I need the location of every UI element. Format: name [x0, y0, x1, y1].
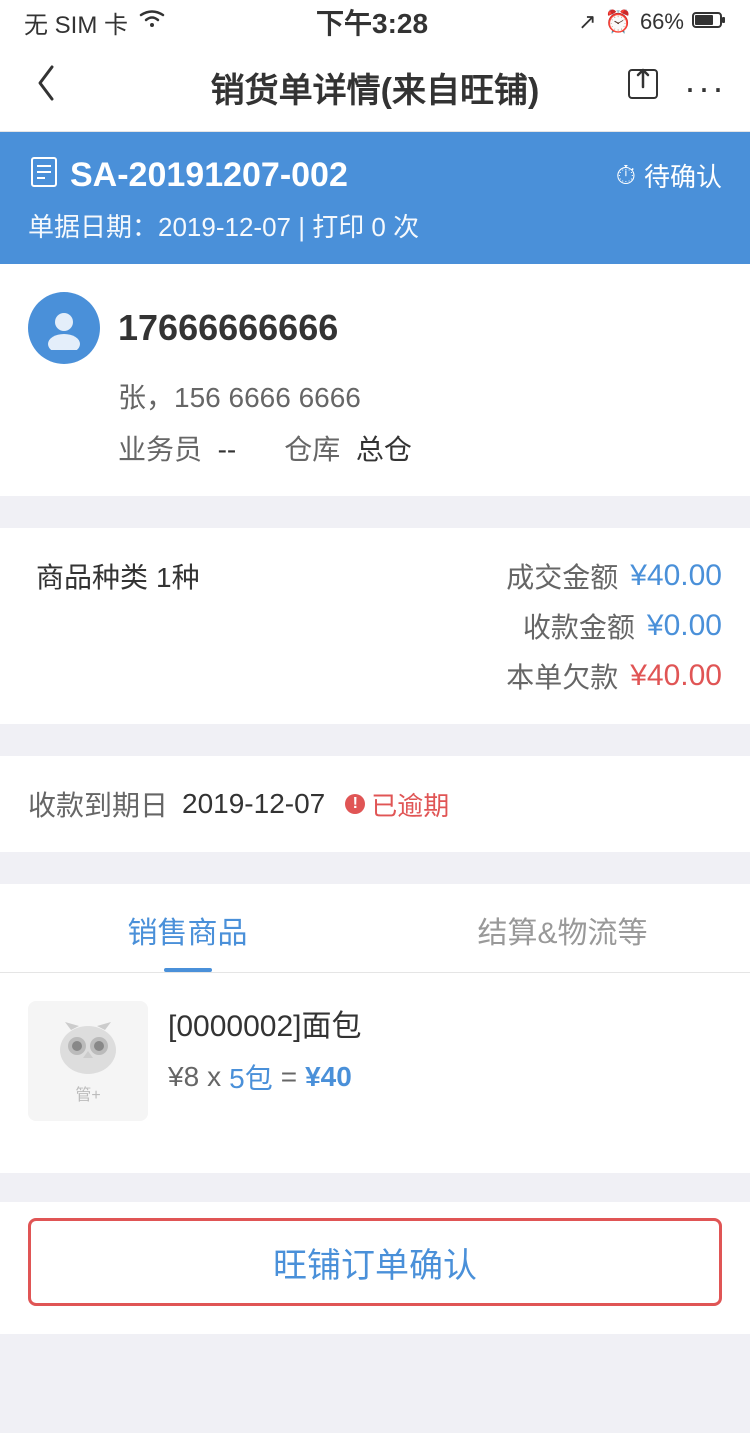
owed-amount: 本单欠款 ¥40.00 [506, 656, 722, 696]
order-header: SA-20191207-002 ⏱ 待确认 单据日期：2019-12-07 | … [0, 132, 750, 264]
wifi-icon [138, 8, 166, 37]
status-bar: 无 SIM 卡 下午3:28 ↗ ⏰ 66% [0, 0, 750, 44]
back-button[interactable] [24, 63, 68, 112]
divider-2 [0, 740, 750, 756]
product-types: 商品种类 1种 [28, 556, 200, 596]
due-label: 收款到期日 [28, 784, 168, 824]
status-time: 下午3:28 [316, 2, 428, 42]
nav-actions: ··· [626, 67, 726, 109]
tab-settlement[interactable]: 结算&物流等 [375, 884, 750, 972]
logo-plus-text: 管+ [75, 1081, 100, 1105]
customer-phone: 17666666666 [118, 307, 338, 349]
product-info: [0000002]面包 ¥8 x 5包 = ¥40 [168, 1001, 722, 1097]
more-icon[interactable]: ··· [684, 67, 726, 109]
summary-section: 商品种类 1种 成交金额 ¥40.00 收款金额 ¥0.00 本单欠款 ¥40.… [0, 528, 750, 724]
due-section: 收款到期日 2019-12-07 ! 已逾期 [0, 756, 750, 852]
order-status: ⏱ 待确认 [616, 157, 722, 194]
carrier-text: 无 SIM 卡 [24, 5, 128, 40]
share-icon[interactable] [626, 67, 660, 109]
overdue-icon: ! [345, 794, 365, 814]
battery-text: 66% [640, 9, 684, 35]
page-title: 销货单详情(来自旺铺) [211, 63, 540, 112]
status-carrier: 无 SIM 卡 [24, 5, 166, 40]
warehouse-value: 总仓 [356, 434, 412, 465]
customer-meta: 业务员 -- 仓库 总仓 [118, 428, 722, 468]
product-thumbnail: 管+ [28, 1001, 148, 1121]
confirm-order-button[interactable]: 旺铺订单确认 [28, 1218, 722, 1306]
received-amount: 收款金额 ¥0.00 [523, 606, 722, 646]
customer-avatar [28, 292, 100, 364]
product-section: 管+ [0000002]面包 ¥8 x 5包 = ¥40 [0, 973, 750, 1173]
order-date: 单据日期：2019-12-07 | 打印 0 次 [28, 207, 722, 244]
product-item: 管+ [0000002]面包 ¥8 x 5包 = ¥40 [28, 1001, 722, 1121]
divider-3 [0, 868, 750, 884]
divider-1 [0, 512, 750, 528]
sales-label: 业务员 -- [118, 428, 236, 468]
overdue-badge: ! 已逾期 [345, 786, 449, 823]
location-icon: ↗ [578, 9, 596, 35]
battery-icon [692, 9, 726, 35]
customer-name: 张，156 6666 6666 [118, 376, 722, 416]
tabs-bar: 销售商品 结算&物流等 [0, 884, 750, 973]
bottom-bar: 旺铺订单确认 [0, 1202, 750, 1334]
product-name: [0000002]面包 [168, 1001, 722, 1045]
deal-amount: 成交金额 ¥40.00 [506, 556, 722, 596]
warehouse-label: 仓库 总仓 [284, 428, 412, 468]
amount-summary: 成交金额 ¥40.00 收款金额 ¥0.00 本单欠款 ¥40.00 [506, 556, 722, 696]
sales-value: -- [218, 434, 237, 465]
clock-icon: ⏱ [616, 160, 636, 192]
order-icon [28, 156, 60, 195]
tab-sales-product[interactable]: 销售商品 [0, 884, 375, 972]
customer-section: 17666666666 张，156 6666 6666 业务员 -- 仓库 总仓 [0, 264, 750, 496]
status-indicators: ↗ ⏰ 66% [578, 9, 726, 35]
product-price-row: ¥8 x 5包 = ¥40 [168, 1057, 722, 1097]
nav-bar: 销货单详情(来自旺铺) ··· [0, 44, 750, 132]
alarm-icon: ⏰ [605, 9, 632, 35]
order-number: SA-20191207-002 [28, 156, 348, 195]
tabs-section: 销售商品 结算&物流等 [0, 884, 750, 1173]
product-logo [53, 1018, 123, 1085]
due-date: 2019-12-07 [182, 788, 325, 820]
